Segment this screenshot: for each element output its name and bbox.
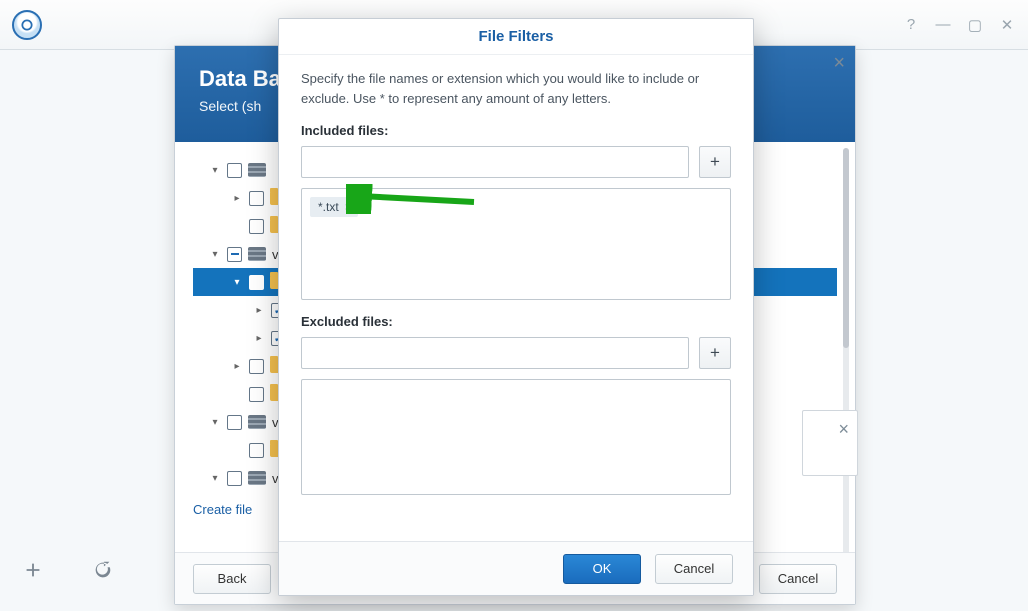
- modal-description: Specify the file names or extension whic…: [301, 69, 731, 109]
- modal-footer: OK Cancel: [279, 541, 753, 595]
- volume-icon: [248, 163, 266, 177]
- included-files-input[interactable]: [301, 146, 689, 178]
- app-logo-icon[interactable]: [12, 10, 42, 40]
- filter-tag: *.txt ×: [310, 197, 358, 217]
- checkbox[interactable]: [249, 275, 264, 290]
- toggle-spacer: [231, 388, 243, 400]
- close-icon[interactable]: ✕: [998, 16, 1016, 34]
- modal-body: Specify the file names or extension whic…: [279, 55, 753, 541]
- chevron-down-icon[interactable]: ▾: [231, 276, 243, 288]
- filter-tag-text: *.txt: [318, 200, 339, 214]
- chevron-down-icon[interactable]: ▾: [209, 472, 221, 484]
- checkbox[interactable]: [249, 191, 264, 206]
- checkbox[interactable]: [227, 415, 242, 430]
- checkbox[interactable]: [227, 163, 242, 178]
- checkbox[interactable]: [249, 387, 264, 402]
- chevron-right-icon[interactable]: ▸: [231, 360, 243, 372]
- toggle-spacer: [231, 220, 243, 232]
- minimize-icon[interactable]: —: [934, 16, 952, 34]
- included-files-list[interactable]: *.txt ×: [301, 188, 731, 300]
- back-button[interactable]: Back: [193, 564, 271, 594]
- wizard-close-icon[interactable]: ×: [833, 52, 845, 75]
- create-file-filter-link[interactable]: Create file: [193, 502, 252, 517]
- volume-icon: [248, 471, 266, 485]
- chevron-right-icon[interactable]: ▸: [231, 192, 243, 204]
- included-add-button[interactable]: +: [699, 146, 731, 178]
- maximize-icon[interactable]: ▢: [966, 16, 984, 34]
- included-files-label: Included files:: [301, 123, 731, 138]
- volume-icon: [248, 415, 266, 429]
- filter-tag-remove-icon[interactable]: ×: [345, 200, 352, 214]
- toggle-spacer: [231, 444, 243, 456]
- checkbox[interactable]: [227, 471, 242, 486]
- checkbox[interactable]: [227, 247, 242, 262]
- side-panel-close-icon[interactable]: ×: [838, 419, 849, 440]
- modal-cancel-button[interactable]: Cancel: [655, 554, 733, 584]
- chevron-down-icon[interactable]: ▾: [209, 164, 221, 176]
- side-panel: ×: [802, 410, 858, 476]
- checkbox[interactable]: [249, 443, 264, 458]
- excluded-add-button[interactable]: +: [699, 337, 731, 369]
- add-icon[interactable]: [18, 555, 48, 585]
- wizard-cancel-button[interactable]: Cancel: [759, 564, 837, 594]
- chevron-down-icon[interactable]: ▾: [209, 248, 221, 260]
- checkbox[interactable]: [249, 359, 264, 374]
- excluded-files-label: Excluded files:: [301, 314, 731, 329]
- chevron-right-icon[interactable]: ▸: [253, 304, 265, 316]
- history-icon[interactable]: [88, 555, 118, 585]
- excluded-files-input[interactable]: [301, 337, 689, 369]
- checkbox[interactable]: [249, 219, 264, 234]
- modal-title: File Filters: [279, 19, 753, 55]
- volume-icon: [248, 247, 266, 261]
- chevron-down-icon[interactable]: ▾: [209, 416, 221, 428]
- chevron-right-icon[interactable]: ▸: [253, 332, 265, 344]
- file-filters-modal: File Filters Specify the file names or e…: [278, 18, 754, 596]
- ok-button[interactable]: OK: [563, 554, 641, 584]
- window-controls: ? — ▢ ✕: [902, 16, 1016, 34]
- help-icon[interactable]: ?: [902, 16, 920, 34]
- excluded-files-list[interactable]: [301, 379, 731, 495]
- wizard-scrollbar[interactable]: [843, 148, 849, 552]
- side-toolbar: [18, 547, 158, 593]
